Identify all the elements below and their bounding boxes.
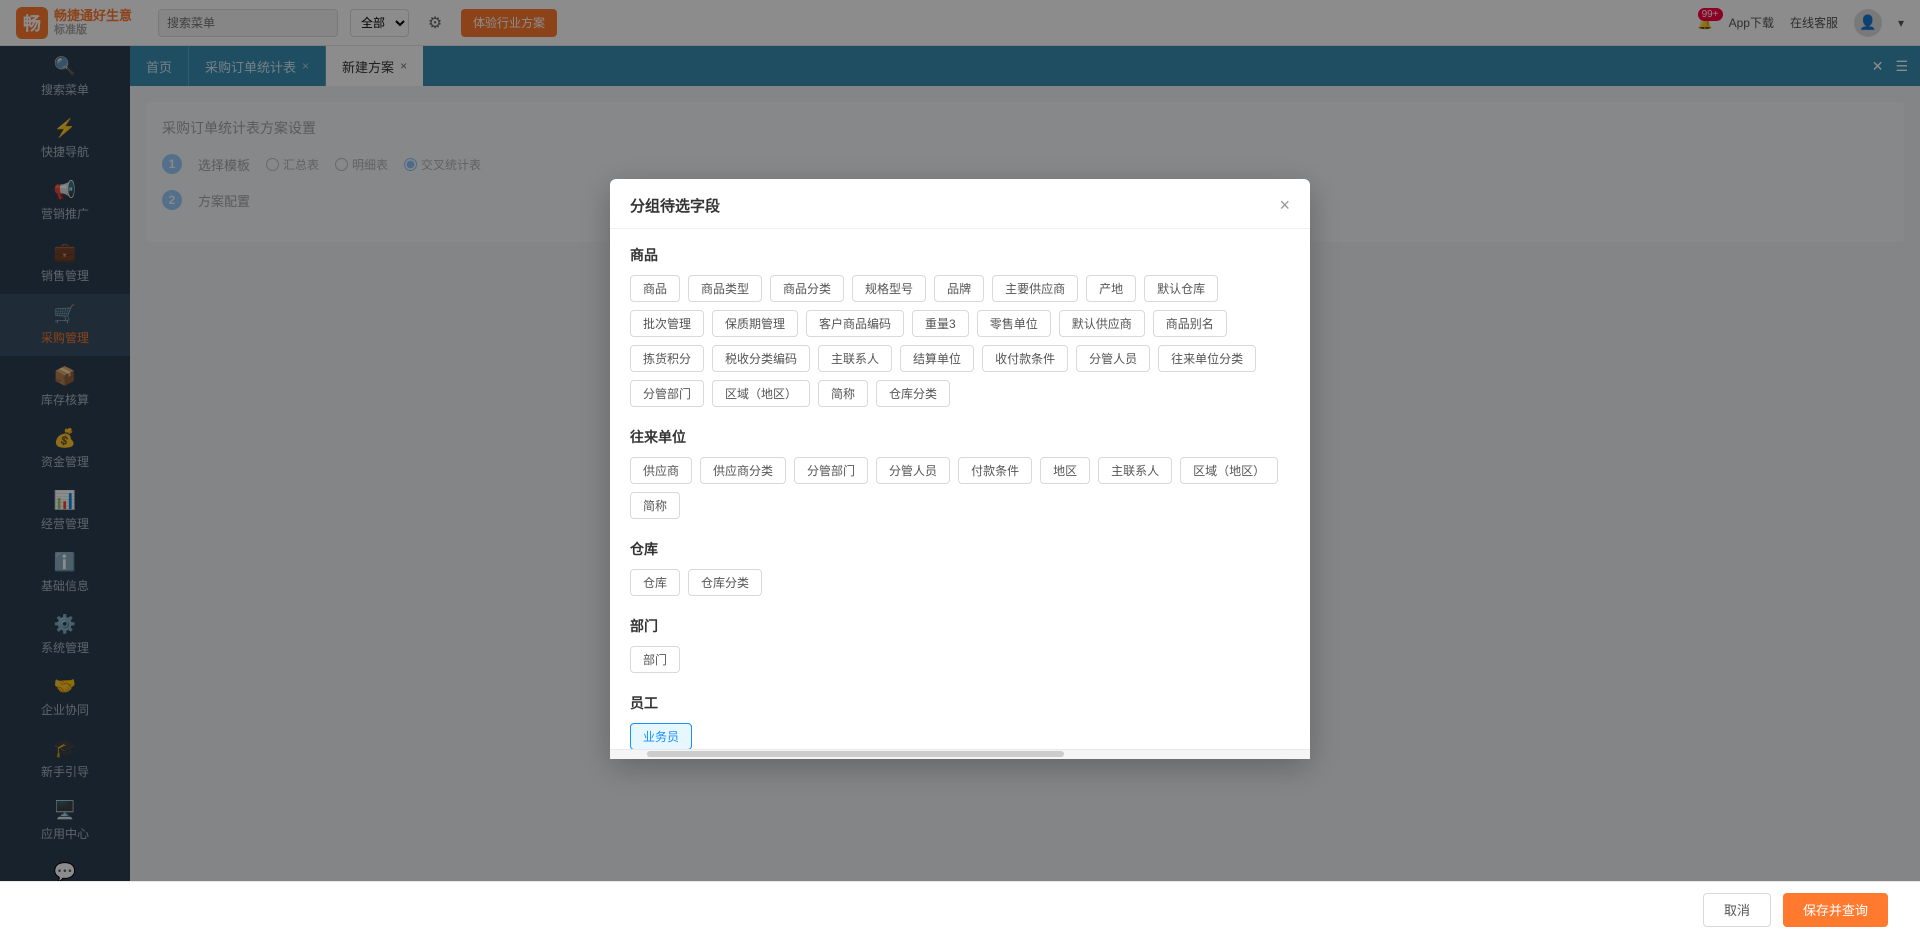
field-tag[interactable]: 商品类型 [688,275,762,302]
field-tag[interactable]: 客户商品编码 [806,310,904,337]
field-tag[interactable]: 分管人员 [1076,345,1150,372]
section-product: 商品 商品 商品类型 商品分类 规格型号 品牌 主要供应商 产地 默认仓库 批次… [630,245,1290,407]
field-tag[interactable]: 批次管理 [630,310,704,337]
confirm-button[interactable]: 保存并查询 [1783,893,1888,927]
field-tag[interactable]: 付款条件 [958,457,1032,484]
field-tag[interactable]: 主联系人 [1098,457,1172,484]
section-department: 部门 部门 [630,616,1290,673]
section-counterparty-title: 往来单位 [630,427,1290,447]
field-tag[interactable]: 零售单位 [977,310,1051,337]
field-tag[interactable]: 重量3 [912,310,969,337]
modal-field-select: 分组待选字段 × 商品 商品 商品类型 商品分类 规格型号 品牌 主要供应商 产… [610,179,1310,759]
section-employee: 员工 业务员 [630,693,1290,750]
field-tag[interactable]: 默认仓库 [1144,275,1218,302]
section-warehouse-fields: 仓库 仓库分类 [630,569,1290,596]
modal-scroll-bar[interactable] [610,749,1310,758]
field-tag[interactable]: 产地 [1086,275,1136,302]
field-tag[interactable]: 商品别名 [1153,310,1227,337]
field-tag[interactable]: 区域（地区） [712,380,810,407]
field-tag[interactable]: 保质期管理 [712,310,798,337]
modal-body: 商品 商品 商品类型 商品分类 规格型号 品牌 主要供应商 产地 默认仓库 批次… [610,229,1310,750]
field-tag[interactable]: 分管人员 [876,457,950,484]
field-tag[interactable]: 供应商分类 [700,457,786,484]
field-tag[interactable]: 仓库分类 [688,569,762,596]
field-tag-staff[interactable]: 业务员 [630,723,692,750]
section-employee-fields: 业务员 [630,723,1290,750]
field-tag[interactable]: 结算单位 [900,345,974,372]
modal-title: 分组待选字段 [630,195,720,216]
field-tag[interactable]: 税收分类编码 [712,345,810,372]
field-tag[interactable]: 收付款条件 [982,345,1068,372]
field-tag[interactable]: 拣货积分 [630,345,704,372]
section-warehouse: 仓库 仓库 仓库分类 [630,539,1290,596]
field-tag[interactable]: 分管部门 [630,380,704,407]
field-tag[interactable]: 区域（地区） [1180,457,1278,484]
field-tag[interactable]: 简称 [818,380,868,407]
field-tag[interactable]: 规格型号 [852,275,926,302]
field-tag[interactable]: 主联系人 [818,345,892,372]
scroll-thumb [647,751,1065,757]
field-tag[interactable]: 品牌 [934,275,984,302]
modal-close-button[interactable]: × [1279,196,1290,214]
section-department-title: 部门 [630,616,1290,636]
field-tag[interactable]: 默认供应商 [1059,310,1145,337]
bottom-action-bar: 取消 保存并查询 [0,881,1920,937]
field-tag[interactable]: 简称 [630,492,680,519]
field-tag[interactable]: 往来单位分类 [1158,345,1256,372]
section-department-fields: 部门 [630,646,1290,673]
field-tag[interactable]: 仓库 [630,569,680,596]
cancel-button[interactable]: 取消 [1703,893,1771,927]
field-tag[interactable]: 主要供应商 [992,275,1078,302]
section-product-title: 商品 [630,245,1290,265]
section-counterparty-fields: 供应商 供应商分类 分管部门 分管人员 付款条件 地区 主联系人 区域（地区） … [630,457,1290,519]
section-counterparty: 往来单位 供应商 供应商分类 分管部门 分管人员 付款条件 地区 主联系人 区域… [630,427,1290,519]
section-employee-title: 员工 [630,693,1290,713]
field-tag[interactable]: 地区 [1040,457,1090,484]
field-tag[interactable]: 供应商 [630,457,692,484]
field-tag[interactable]: 商品 [630,275,680,302]
field-tag[interactable]: 部门 [630,646,680,673]
field-tag[interactable]: 商品分类 [770,275,844,302]
modal-header: 分组待选字段 × [610,179,1310,229]
section-product-fields: 商品 商品类型 商品分类 规格型号 品牌 主要供应商 产地 默认仓库 批次管理 … [630,275,1290,407]
section-warehouse-title: 仓库 [630,539,1290,559]
field-tag[interactable]: 仓库分类 [876,380,950,407]
field-tag[interactable]: 分管部门 [794,457,868,484]
modal-overlay: 分组待选字段 × 商品 商品 商品类型 商品分类 规格型号 品牌 主要供应商 产… [0,0,1920,937]
